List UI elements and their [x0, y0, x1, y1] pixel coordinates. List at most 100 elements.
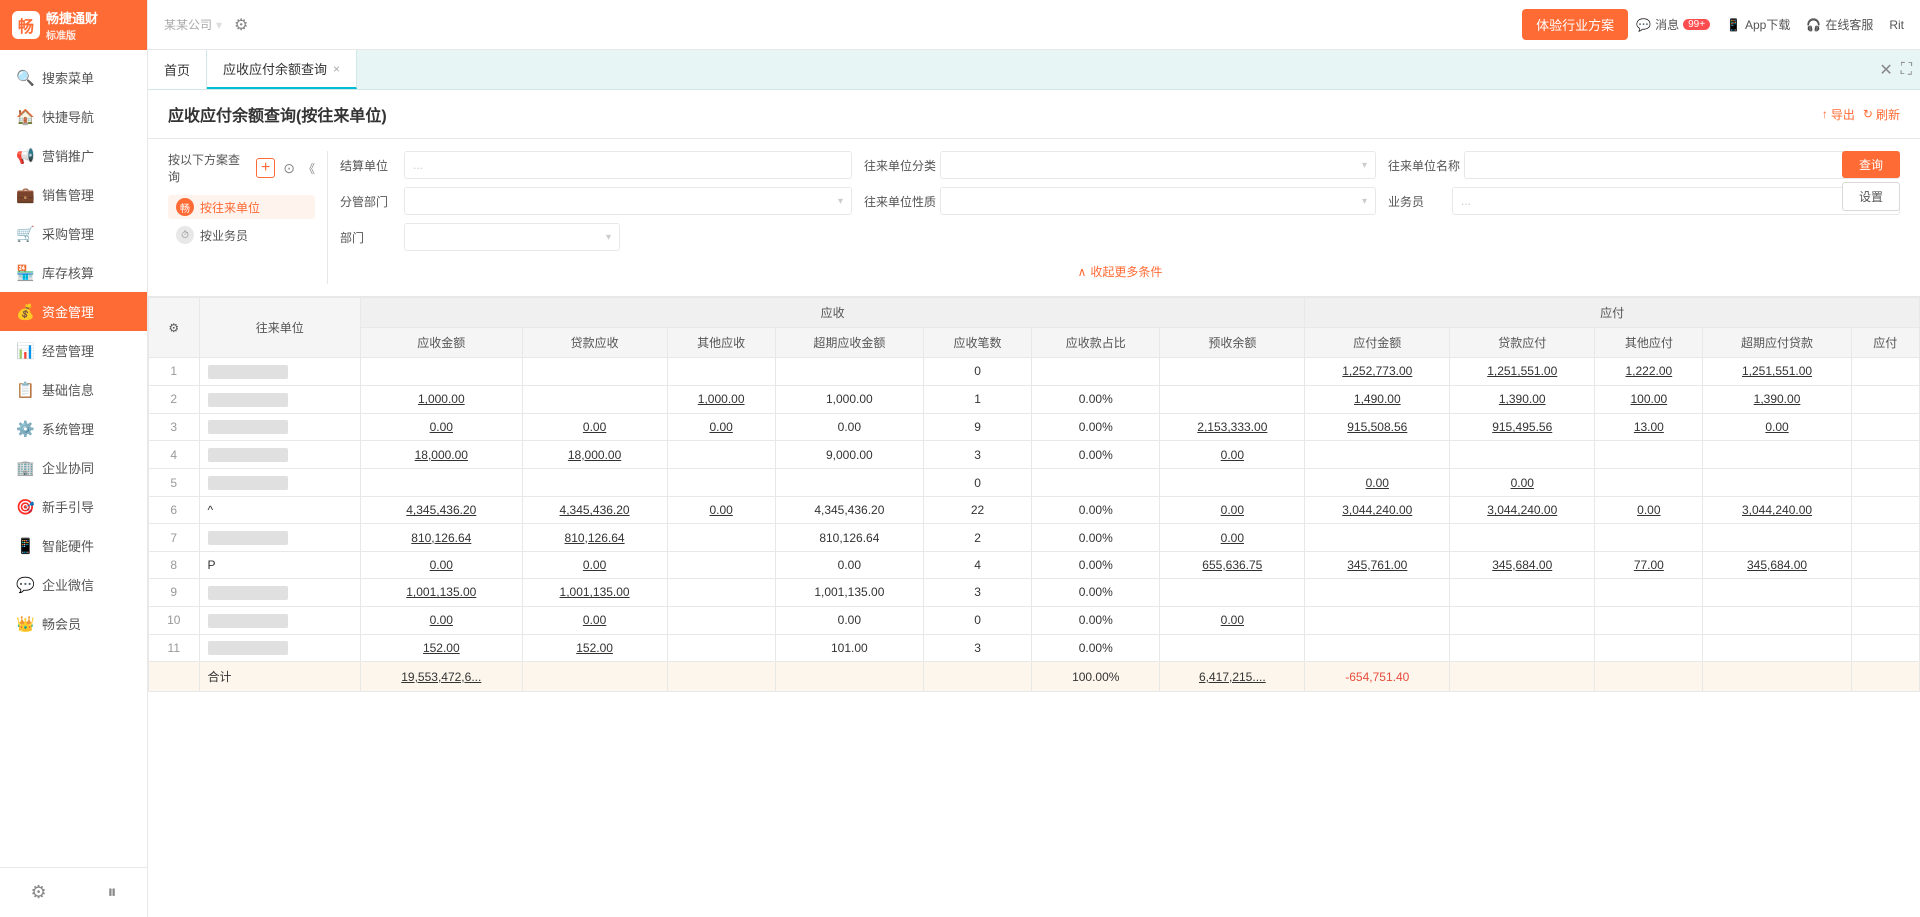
th-group-receivable: 应收 — [361, 298, 1305, 328]
export-button[interactable]: ↑ 导出 — [1822, 106, 1855, 123]
filter-top: 按以下方案查询 + ⊙ 《 — [168, 151, 315, 185]
table-row: 6^4,345,436.204,345,436.200.004,345,436.… — [149, 497, 1920, 524]
sidebar-item-enterprise[interactable]: 🏢 企业协同 — [0, 448, 147, 487]
sidebar-item-search[interactable]: 🔍 搜索菜单 — [0, 58, 147, 97]
refresh-button[interactable]: ↻ 刷新 — [1863, 106, 1900, 123]
th-ap-other: 其他应付 — [1595, 328, 1703, 358]
sidebar-item-weixin[interactable]: 💬 企业微信 — [0, 565, 147, 604]
collapse-scheme-btn[interactable]: 《 — [303, 160, 315, 177]
th-ar-ratio: 应收款占比 — [1032, 328, 1160, 358]
chevron-up-icon: ∧ — [1078, 265, 1087, 279]
field-unit-name: 往来单位名称 — [1388, 151, 1900, 179]
service-btn[interactable]: 🎧 在线客服 — [1806, 16, 1873, 33]
system-icon: ⚙️ — [16, 420, 34, 438]
th-ar-other: 其他应收 — [667, 328, 775, 358]
sidebar-item-basic[interactable]: 📋 基础信息 — [0, 370, 147, 409]
sidebar-settings-btn[interactable]: ⚙ — [22, 878, 54, 907]
filter-row-2: 分管部门 ▾ 往来单位性质 ▾ — [340, 187, 1900, 215]
member-icon: 👑 — [16, 615, 34, 633]
scheme-by-salesperson[interactable]: ⏱ 按业务员 — [168, 223, 315, 247]
filter-schemes: 畅 按往来单位 ⏱ 按业务员 — [168, 195, 315, 247]
dept-select[interactable]: ▾ — [404, 187, 852, 215]
weixin-icon: 💬 — [16, 576, 34, 594]
settlement-unit-input[interactable]: ... — [404, 151, 852, 179]
sidebar-item-nav[interactable]: 🏠 快捷导航 — [0, 97, 147, 136]
filter-row-3: 部门 ▾ — [340, 223, 1900, 251]
settings-btn[interactable]: ⚙ — [230, 11, 252, 39]
table-row: 21,000.001,000.001,000.0010.00%1,490.001… — [149, 385, 1920, 413]
settings-scheme-btn[interactable]: ⊙ — [283, 160, 295, 177]
tab-bar: 首页 应收应付余额查询 × ✕ ⛶ — [148, 50, 1920, 90]
logo-text: 畅捷通财 标准版 — [46, 8, 98, 42]
sidebar-item-member[interactable]: 👑 畅会员 — [0, 604, 147, 643]
unit-category-select[interactable]: ▾ — [940, 151, 1376, 179]
sidebar-item-purchase[interactable]: 🛒 采购管理 — [0, 214, 147, 253]
total-ar-ratio: 100.00% — [1032, 662, 1160, 692]
th-ar-amount: 应收金额 — [361, 328, 523, 358]
message-btn[interactable]: 💬 消息 99+ — [1636, 16, 1710, 33]
department-select[interactable]: ▾ — [404, 223, 620, 251]
sidebar-item-finance[interactable]: 💰 资金管理 — [0, 292, 147, 331]
user-name[interactable]: Rit — [1889, 18, 1904, 32]
tab-close-window-btn[interactable]: ✕ — [1879, 60, 1892, 80]
collapse-filters-btn[interactable]: ∧ 收起更多条件 — [1074, 259, 1167, 284]
filter-row-1: 结算单位 ... 往来单位分类 ▾ — [340, 151, 1900, 179]
th-ar-overdue: 超期应收金额 — [775, 328, 923, 358]
main-content: 首页 应收应付余额查询 × ✕ ⛶ 应收应付余额查询(按往来单位) ↑ 导出 ↻… — [148, 50, 1920, 917]
sidebar-item-sales[interactable]: 💼 销售管理 — [0, 175, 147, 214]
tab-home[interactable]: 首页 — [148, 50, 207, 89]
table-total-row: 合计 19,553,472,6... 100.00% 6,417,215....… — [149, 662, 1920, 692]
query-button[interactable]: 查询 — [1842, 151, 1900, 178]
sidebar-item-marketing[interactable]: 📢 营销推广 — [0, 136, 147, 175]
sidebar-bottom: ⚙ ⏸ — [0, 867, 147, 917]
app-download-btn[interactable]: 📱 App下载 — [1726, 16, 1790, 33]
th-ap-amount: 应付金额 — [1305, 328, 1450, 358]
total-ap-amount: -654,751.40 — [1305, 662, 1450, 692]
filter-fields-section: 查询 设置 结算单位 ... 往来 — [340, 151, 1900, 284]
field-salesperson: 业务员 ... — [1388, 187, 1900, 215]
scheme-unit-icon: 畅 — [176, 198, 194, 216]
tab-close-btn[interactable]: × — [333, 62, 340, 76]
scheme-by-unit[interactable]: 畅 按往来单位 — [168, 195, 315, 219]
page-header-actions: ↑ 导出 ↻ 刷新 — [1822, 106, 1900, 123]
headset-icon: 🎧 — [1806, 18, 1821, 32]
breadcrumb: 某某公司 ▾ — [164, 16, 222, 33]
total-ar-amount[interactable]: 19,553,472,6... — [361, 662, 523, 692]
sidebar-item-inventory[interactable]: 🏪 库存核算 — [0, 253, 147, 292]
salesperson-input[interactable]: ... — [1452, 187, 1900, 215]
search-icon: 🔍 — [16, 69, 34, 87]
home-icon: 🏠 — [16, 108, 34, 126]
page-content: 应收应付余额查询(按往来单位) ↑ 导出 ↻ 刷新 按以下方案查询 — [148, 90, 1920, 917]
filter-area: 按以下方案查询 + ⊙ 《 畅 按往来单位 ⏱ 按业务员 — [148, 139, 1920, 297]
sidebar-item-hardware[interactable]: 📱 智能硬件 — [0, 526, 147, 565]
table-row: 418,000.0018,000.009,000.0030.00%0.00 — [149, 441, 1920, 469]
guide-icon: 🎯 — [16, 498, 34, 516]
data-table: ⚙ 往来单位 应收 应付 应收金额 贷款应收 其他应收 超期应收金额 应收笔数 … — [148, 297, 1920, 692]
app-icon: 📱 — [1726, 18, 1741, 32]
topbar-actions: 💬 消息 99+ 📱 App下载 🎧 在线客服 Rit — [1636, 16, 1904, 33]
tab-fullscreen-btn[interactable]: ⛶ — [1901, 61, 1912, 79]
field-unit-nature: 往来单位性质 ▾ — [864, 187, 1376, 215]
unit-nature-select[interactable]: ▾ — [940, 187, 1376, 215]
add-scheme-btn[interactable]: + — [256, 158, 275, 178]
total-ar-prepaid[interactable]: 6,417,215.... — [1160, 662, 1305, 692]
total-label: 合计 — [199, 662, 360, 692]
solution-button[interactable]: 体验行业方案 — [1522, 9, 1628, 40]
settings-button[interactable]: 设置 — [1842, 182, 1900, 211]
sidebar-item-system[interactable]: ⚙️ 系统管理 — [0, 409, 147, 448]
topbar: 某某公司 ▾ ⚙ 体验行业方案 💬 消息 99+ 📱 App下载 🎧 在线客服 … — [148, 0, 1920, 50]
table-row: 100.000.000.0000.00%0.00 — [149, 606, 1920, 634]
unit-name-input[interactable] — [1464, 151, 1900, 179]
table-row: 8P0.000.000.0040.00%655,636.75345,761.00… — [149, 551, 1920, 578]
sidebar-item-guide[interactable]: 🎯 新手引导 — [0, 487, 147, 526]
sidebar-item-operation[interactable]: 📊 经营管理 — [0, 331, 147, 370]
inventory-icon: 🏪 — [16, 264, 34, 282]
table-row: 7810,126.64810,126.64810,126.6420.00%0.0… — [149, 524, 1920, 552]
table-area: ⚙ 往来单位 应收 应付 应收金额 贷款应收 其他应收 超期应收金额 应收笔数 … — [148, 297, 1920, 917]
sidebar-collapse-btn[interactable]: ⏸ — [100, 878, 125, 907]
operation-icon: 📊 — [16, 342, 34, 360]
tab-receivable[interactable]: 应收应付余额查询 × — [207, 50, 357, 89]
th-ar-count: 应收笔数 — [923, 328, 1031, 358]
table-settings-th[interactable]: ⚙ — [149, 298, 200, 358]
marketing-icon: 📢 — [16, 147, 34, 165]
